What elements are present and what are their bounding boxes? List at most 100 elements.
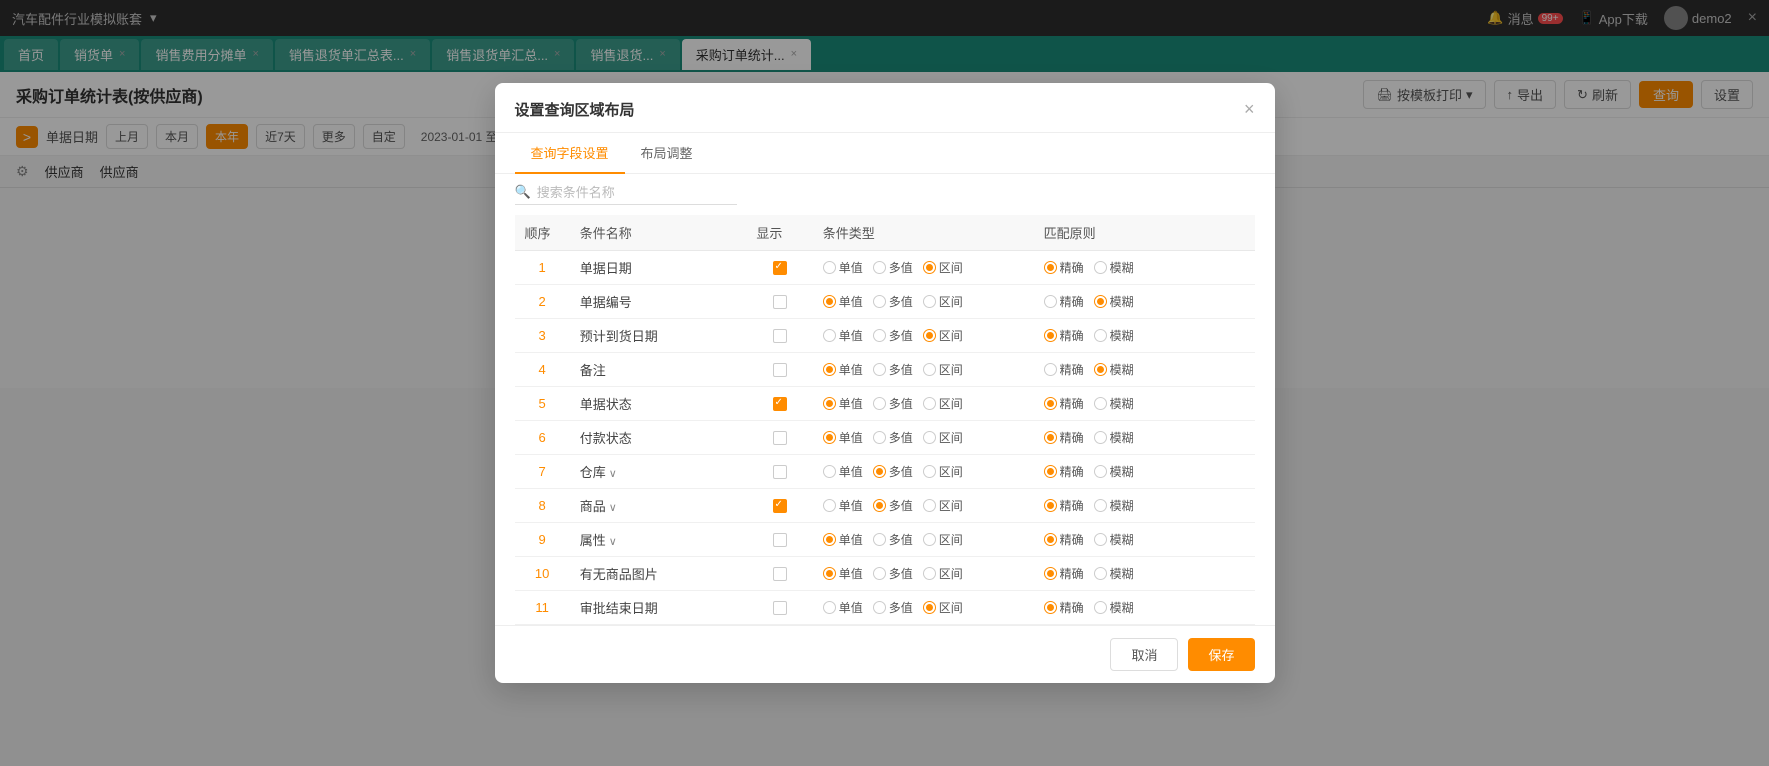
row-9-type-cell: 单值多值 区间: [813, 523, 1034, 557]
row-8-show-checkbox[interactable]: [773, 499, 787, 513]
row-10-match-模糊[interactable]: 模糊: [1094, 565, 1134, 582]
row-5-match-模糊[interactable]: 模糊: [1094, 395, 1134, 412]
row-7-show-checkbox[interactable]: [773, 465, 787, 479]
row-9-dropdown-icon[interactable]: ∨: [606, 536, 617, 548]
row-11-match-精确[interactable]: 精确: [1044, 599, 1084, 616]
row-5-type-区间-label: 区间: [939, 395, 963, 412]
row-10-match-精确[interactable]: 精确: [1044, 565, 1084, 582]
row-8-type-多值[interactable]: 多值: [873, 497, 913, 514]
row-7-type-单值[interactable]: 单值: [823, 463, 863, 480]
row-3-type-多值[interactable]: 多值: [873, 327, 913, 344]
search-input[interactable]: [537, 185, 737, 200]
row-7-type-group: 单值多值 区间: [823, 463, 1024, 480]
row-10-type-区间[interactable]: 区间: [923, 565, 963, 582]
row-4-order-num: 4: [538, 362, 545, 377]
row-8-type-单值[interactable]: 单值: [823, 497, 863, 514]
row-4-type-多值[interactable]: 多值: [873, 361, 913, 378]
row-1-type-区间[interactable]: 区间: [923, 259, 963, 276]
row-3-match-精确-label: 精确: [1060, 327, 1084, 344]
row-10-type-多值-dot: [873, 567, 886, 580]
table-row: 11审批结束日期单值多值区间精确模糊: [515, 591, 1255, 625]
row-2-type-多值[interactable]: 多值: [873, 293, 913, 310]
row-1-type-单值[interactable]: 单值: [823, 259, 863, 276]
row-4-type-单值[interactable]: 单值: [823, 361, 863, 378]
row-2-match-精确[interactable]: 精确: [1044, 293, 1084, 310]
row-7-type-区间-label: 区间: [939, 463, 963, 480]
row-2-type-区间[interactable]: 区间: [923, 293, 963, 310]
row-1-show-checkbox[interactable]: [773, 261, 787, 275]
row-7-type-区间[interactable]: 区间: [923, 463, 963, 480]
cancel-button[interactable]: 取消: [1110, 638, 1178, 671]
row-8-dropdown-icon[interactable]: ∨: [606, 502, 617, 514]
row-1-match-cell: 精确模糊: [1034, 251, 1255, 285]
row-3-match-模糊[interactable]: 模糊: [1094, 327, 1134, 344]
row-11-type-多值[interactable]: 多值: [873, 599, 913, 616]
row-6-type-group: 单值 多值区间: [823, 429, 1024, 446]
col-order-header: 顺序: [515, 215, 570, 251]
row-3-type-区间[interactable]: 区间: [923, 327, 963, 344]
row-5-type-多值[interactable]: 多值: [873, 395, 913, 412]
modal-tab-query-fields[interactable]: 查询字段设置: [515, 133, 625, 174]
row-11-match-模糊[interactable]: 模糊: [1094, 599, 1134, 616]
row-11-type-单值[interactable]: 单值: [823, 599, 863, 616]
row-10-show-checkbox[interactable]: [773, 567, 787, 581]
row-1-type-多值-label: 多值: [889, 259, 913, 276]
row-6-match-模糊-dot: [1094, 431, 1107, 444]
row-3-type-单值[interactable]: 单值: [823, 327, 863, 344]
row-3-show-checkbox[interactable]: [773, 329, 787, 343]
row-5-type-区间[interactable]: 区间: [923, 395, 963, 412]
row-8-match-模糊[interactable]: 模糊: [1094, 497, 1134, 514]
row-6-type-单值[interactable]: 单值: [823, 429, 863, 446]
row-7-match-精确-label: 精确: [1060, 463, 1084, 480]
row-5-match-精确[interactable]: 精确: [1044, 395, 1084, 412]
row-7-match-模糊[interactable]: 模糊: [1094, 463, 1134, 480]
row-4-type-区间[interactable]: 区间: [923, 361, 963, 378]
row-4-match-精确[interactable]: 精确: [1044, 361, 1084, 378]
row-7-order-num: 7: [538, 464, 545, 479]
row-3-match-精确[interactable]: 精确: [1044, 327, 1084, 344]
row-4-match-模糊[interactable]: 模糊: [1094, 361, 1134, 378]
row-9-type-区间-label: 区间: [939, 531, 963, 548]
row-4-show-checkbox[interactable]: [773, 363, 787, 377]
row-7-type-多值[interactable]: 多值: [873, 463, 913, 480]
modal-tab-layout[interactable]: 布局调整: [625, 133, 709, 174]
row-9-show-checkbox[interactable]: [773, 533, 787, 547]
row-11-show-checkbox[interactable]: [773, 601, 787, 615]
row-7-match-精确[interactable]: 精确: [1044, 463, 1084, 480]
row-1-match-精确[interactable]: 精确: [1044, 259, 1084, 276]
row-8-type-区间[interactable]: 区间: [923, 497, 963, 514]
row-6-match-模糊[interactable]: 模糊: [1094, 429, 1134, 446]
row-11-match-精确-label: 精确: [1060, 599, 1084, 616]
row-9-type-单值-dot: [823, 533, 836, 546]
row-5-show-checkbox[interactable]: [773, 397, 787, 411]
row-9-match-模糊[interactable]: 模糊: [1094, 531, 1134, 548]
row-1-match-模糊[interactable]: 模糊: [1094, 259, 1134, 276]
row-6-type-多值[interactable]: 多值: [873, 429, 913, 446]
save-button[interactable]: 保存: [1188, 638, 1254, 671]
row-5-order: 5: [515, 387, 570, 421]
row-9-type-单值[interactable]: 单值: [823, 531, 863, 548]
row-9-match-精确[interactable]: 精确: [1044, 531, 1084, 548]
row-7-dropdown-icon[interactable]: ∨: [606, 468, 617, 480]
row-6-match-精确[interactable]: 精确: [1044, 429, 1084, 446]
row-6-show-checkbox[interactable]: [773, 431, 787, 445]
row-7-match-cell: 精确模糊: [1034, 455, 1255, 489]
modal-close-button[interactable]: ×: [1244, 99, 1255, 120]
row-2-type-单值[interactable]: 单值: [823, 293, 863, 310]
row-2-match-模糊[interactable]: 模糊: [1094, 293, 1134, 310]
row-8-match-精确[interactable]: 精确: [1044, 497, 1084, 514]
row-11-type-区间[interactable]: 区间: [923, 599, 963, 616]
row-10-type-多值[interactable]: 多值: [873, 565, 913, 582]
row-2-name: 单据编号: [570, 285, 747, 319]
table-row: 5单据状态单值多值区间精确模糊: [515, 387, 1255, 421]
row-6-type-多值-label: 多值: [889, 429, 913, 446]
row-9-type-区间[interactable]: 区间: [923, 531, 963, 548]
row-5-type-单值[interactable]: 单值: [823, 395, 863, 412]
row-2-show-checkbox[interactable]: [773, 295, 787, 309]
row-9-name: 属性 ∨: [570, 523, 747, 557]
row-10-type-单值[interactable]: 单值: [823, 565, 863, 582]
row-11-match-cell: 精确模糊: [1034, 591, 1255, 625]
row-6-type-区间[interactable]: 区间: [923, 429, 963, 446]
row-9-type-多值[interactable]: 多值: [873, 531, 913, 548]
row-1-type-多值[interactable]: 多值: [873, 259, 913, 276]
